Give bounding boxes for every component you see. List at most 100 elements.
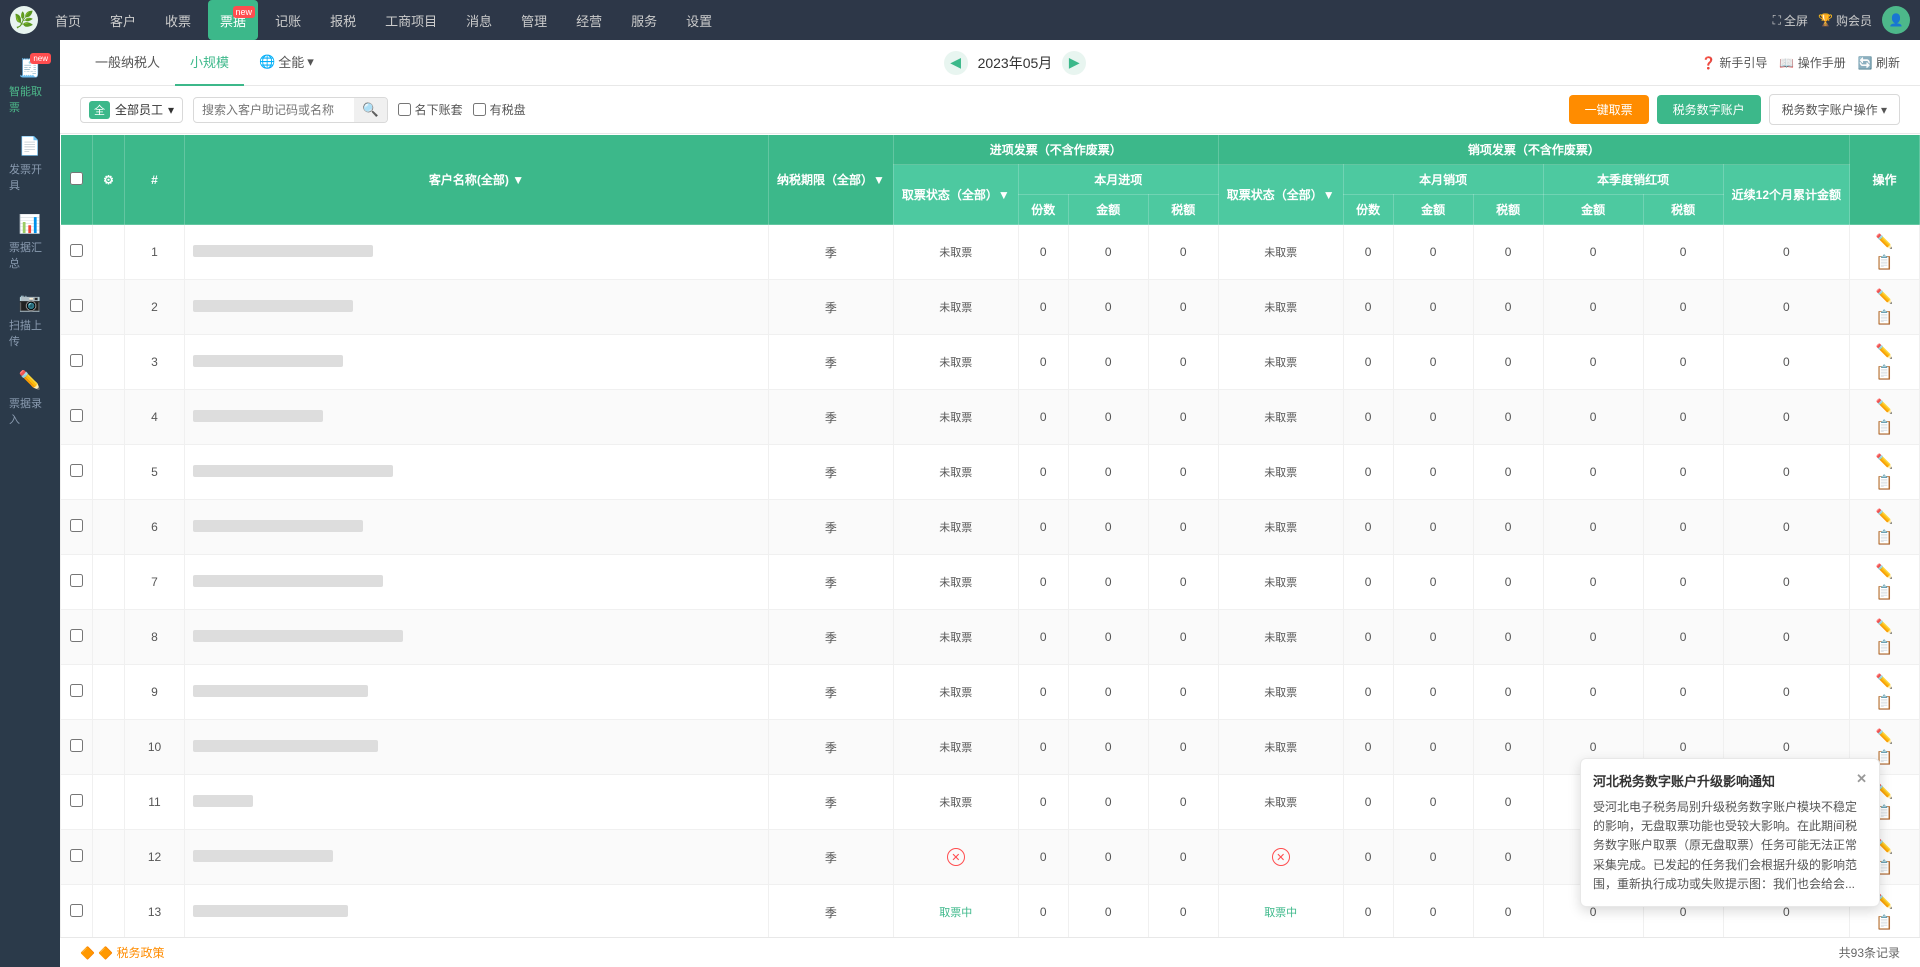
copy-btn[interactable]: 📋 xyxy=(1872,417,1897,438)
row-cumulative-cell: 0 xyxy=(1723,665,1849,720)
sidebar-item-invoice-summary[interactable]: 📊 票据汇总 xyxy=(4,206,56,279)
search-input[interactable] xyxy=(194,99,354,121)
edit-btn[interactable]: ✏️ xyxy=(1872,341,1897,362)
row-name-cell xyxy=(185,720,769,775)
tab-general-taxpayer[interactable]: 一般纳税人 xyxy=(80,40,175,86)
checkbox-taxdisk-input[interactable] xyxy=(473,103,486,116)
new-guide-btn[interactable]: ❓ 新手引导 xyxy=(1701,54,1767,71)
sidebar-item-invoice-entry[interactable]: ✏️ 票据录入 xyxy=(4,362,56,435)
nav-invoice[interactable]: 票据 new xyxy=(208,0,258,40)
edit-btn[interactable]: ✏️ xyxy=(1872,506,1897,527)
row-out-count-cell: 0 xyxy=(1343,665,1393,720)
sidebar-item-scan-upload[interactable]: 📷 扫描上传 xyxy=(4,284,56,357)
row-checkbox-cell[interactable] xyxy=(61,830,93,885)
row-checkbox-cell[interactable] xyxy=(61,665,93,720)
prev-month-button[interactable]: ◀ xyxy=(944,51,968,75)
row-checkbox-cell[interactable] xyxy=(61,445,93,500)
edit-btn[interactable]: ✏️ xyxy=(1872,451,1897,472)
row-checkbox[interactable] xyxy=(70,794,83,807)
sidebar-item-invoice-open[interactable]: 📄 发票开具 xyxy=(4,128,56,201)
edit-btn[interactable]: ✏️ xyxy=(1872,616,1897,637)
row-out-status-cell: ✕ xyxy=(1218,830,1343,885)
row-checkbox[interactable] xyxy=(70,409,83,422)
nav-home[interactable]: 首页 xyxy=(43,0,93,40)
nav-message[interactable]: 消息 xyxy=(454,0,504,40)
nav-service[interactable]: 服务 xyxy=(619,0,669,40)
nav-tax[interactable]: 报税 xyxy=(318,0,368,40)
row-checkbox-cell[interactable] xyxy=(61,775,93,830)
checkbox-taxdisk[interactable]: 有税盘 xyxy=(473,101,526,118)
row-checkbox[interactable] xyxy=(70,464,83,477)
row-checkbox-cell[interactable] xyxy=(61,390,93,445)
nav-business[interactable]: 工商项目 xyxy=(373,0,449,40)
row-checkbox-cell[interactable] xyxy=(61,280,93,335)
employee-select[interactable]: 全 全部员工 ▾ xyxy=(80,97,183,123)
row-out-status-cell: 未取票 xyxy=(1218,390,1343,445)
edit-btn[interactable]: ✏️ xyxy=(1872,396,1897,417)
row-checkbox-cell[interactable] xyxy=(61,500,93,555)
col-in-status-header[interactable]: 取票状态（全部）▼ xyxy=(893,165,1018,225)
copy-btn[interactable]: 📋 xyxy=(1872,472,1897,493)
tax-policy-link[interactable]: 🔶 🔶 税务政策 xyxy=(80,944,165,961)
copy-btn[interactable]: 📋 xyxy=(1872,912,1897,933)
one-click-btn[interactable]: 一键取票 xyxy=(1569,95,1649,124)
row-checkbox-cell[interactable] xyxy=(61,610,93,665)
col-out-status-header[interactable]: 取票状态（全部）▼ xyxy=(1218,165,1343,225)
nav-receipt[interactable]: 收票 xyxy=(153,0,203,40)
copy-btn[interactable]: 📋 xyxy=(1872,307,1897,328)
status-fetching: 取票中 xyxy=(933,902,978,922)
edit-btn[interactable]: ✏️ xyxy=(1872,231,1897,252)
next-month-button[interactable]: ▶ xyxy=(1062,51,1086,75)
row-checkbox[interactable] xyxy=(70,244,83,257)
row-checkbox-cell[interactable] xyxy=(61,885,93,938)
col-client-name-header[interactable]: 客户名称(全部) ▼ xyxy=(185,135,769,225)
copy-btn[interactable]: 📋 xyxy=(1872,582,1897,603)
select-all-checkbox[interactable] xyxy=(70,172,83,185)
copy-btn[interactable]: 📋 xyxy=(1872,252,1897,273)
edit-btn[interactable]: ✏️ xyxy=(1872,286,1897,307)
row-checkbox[interactable] xyxy=(70,299,83,312)
copy-btn[interactable]: 📋 xyxy=(1872,527,1897,548)
copy-btn[interactable]: 📋 xyxy=(1872,362,1897,383)
row-checkbox[interactable] xyxy=(70,904,83,917)
nav-operation[interactable]: 经营 xyxy=(564,0,614,40)
row-checkbox-cell[interactable] xyxy=(61,225,93,280)
tab-small-scale[interactable]: 小规模 xyxy=(175,40,244,86)
refresh-btn[interactable]: 🔄 刷新 xyxy=(1858,54,1900,71)
digital-account-btn[interactable]: 税务数字账户 xyxy=(1657,95,1761,124)
fullscreen-btn[interactable]: ⛶ 全屏 xyxy=(1773,12,1808,29)
digital-account-op-btn[interactable]: 税务数字账户操作 ▾ xyxy=(1769,94,1900,125)
copy-btn[interactable]: 📋 xyxy=(1872,692,1897,713)
row-checkbox[interactable] xyxy=(70,574,83,587)
tab-all[interactable]: 🌐 全能 ▾ xyxy=(244,40,329,86)
checkbox-account[interactable]: 名下账套 xyxy=(398,101,463,118)
nav-bookkeeping[interactable]: 记账 xyxy=(263,0,313,40)
manual-btn[interactable]: 📖 操作手册 xyxy=(1779,54,1845,71)
row-checkbox[interactable] xyxy=(70,849,83,862)
row-checkbox-cell[interactable] xyxy=(61,555,93,610)
close-notification-btn[interactable]: ✕ xyxy=(1856,771,1867,790)
row-checkbox[interactable] xyxy=(70,684,83,697)
row-settings-cell xyxy=(93,390,125,445)
member-btn[interactable]: 🏆 购会员 xyxy=(1818,12,1872,29)
row-checkbox-cell[interactable] xyxy=(61,720,93,775)
nav-settings[interactable]: 设置 xyxy=(674,0,724,40)
col-tax-period-header[interactable]: 纳税期限（全部）▼ xyxy=(768,135,893,225)
nav-client[interactable]: 客户 xyxy=(98,0,148,40)
user-avatar[interactable]: 👤 xyxy=(1882,6,1910,34)
row-checkbox[interactable] xyxy=(70,354,83,367)
edit-btn[interactable]: ✏️ xyxy=(1872,561,1897,582)
edit-btn[interactable]: ✏️ xyxy=(1872,726,1897,747)
row-out-status-cell: 未取票 xyxy=(1218,335,1343,390)
row-checkbox[interactable] xyxy=(70,739,83,752)
search-button[interactable]: 🔍 xyxy=(354,98,387,122)
checkbox-account-input[interactable] xyxy=(398,103,411,116)
row-checkbox[interactable] xyxy=(70,629,83,642)
copy-btn[interactable]: 📋 xyxy=(1872,637,1897,658)
row-checkbox-cell[interactable] xyxy=(61,335,93,390)
nav-management[interactable]: 管理 xyxy=(509,0,559,40)
sidebar-item-smart-invoice[interactable]: 🧾 智能取票 new xyxy=(4,50,56,123)
edit-btn[interactable]: ✏️ xyxy=(1872,671,1897,692)
row-checkbox[interactable] xyxy=(70,519,83,532)
col-settings-header[interactable]: ⚙ xyxy=(93,135,125,225)
